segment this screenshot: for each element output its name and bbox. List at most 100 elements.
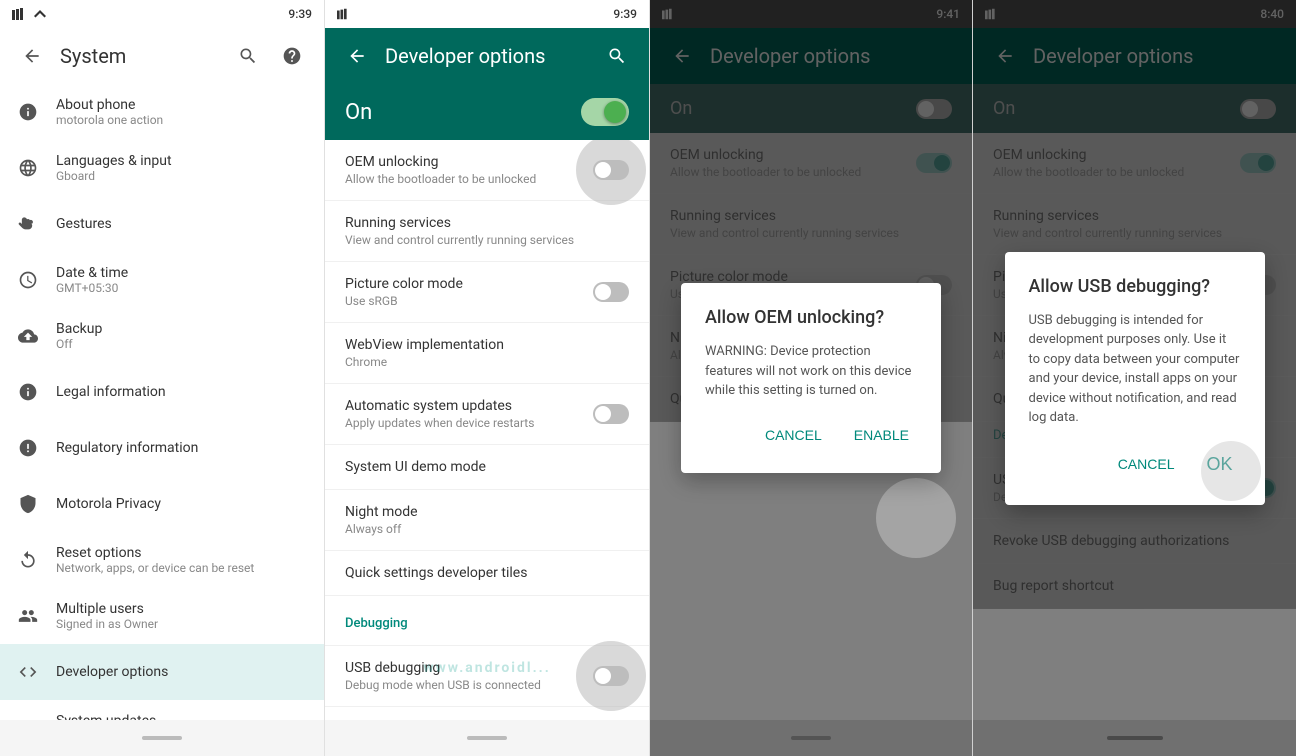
webview-title: WebView implementation	[345, 337, 629, 353]
clock-icon	[16, 268, 40, 292]
system-ui-title: System UI demo mode	[345, 459, 629, 475]
night-mode-title: Night mode	[345, 504, 629, 520]
sidebar-list: About phone motorola one action Language…	[0, 84, 324, 720]
sidebar-item-datetime[interactable]: Date & time GMT+05:30	[0, 252, 324, 308]
usb-debugging-title: USB debugging	[345, 660, 593, 676]
status-time-left: 9:39	[288, 7, 312, 21]
search-button-left[interactable]	[232, 40, 264, 72]
on-label: On	[345, 100, 372, 125]
developer-toggle[interactable]	[581, 98, 629, 126]
oem-dialog-actions: Cancel Enable	[705, 421, 917, 449]
usb-ok-button[interactable]: OK	[1198, 448, 1240, 481]
picture-color-item[interactable]: Picture color mode Use sRGB	[325, 262, 649, 323]
running-services-sub: View and control currently running servi…	[345, 233, 629, 247]
running-services-item[interactable]: Running services View and control curren…	[325, 201, 649, 262]
sidebar-label-gestures: Gestures	[56, 216, 112, 232]
developer-header-middle: Developer options	[325, 28, 649, 84]
sidebar-item-about[interactable]: About phone motorola one action	[0, 84, 324, 140]
sidebar-sub-languages: Gboard	[56, 169, 172, 183]
oem-dialog-overlay: Allow OEM unlocking? WARNING: Device pro…	[650, 0, 972, 756]
regulatory-icon	[16, 436, 40, 460]
info-icon	[16, 100, 40, 124]
system-settings-panel: 9:39 System About phone motorola one act…	[0, 0, 325, 756]
usb-debug-dialog: Allow USB debugging? USB debugging is in…	[1005, 252, 1265, 505]
users-icon	[16, 604, 40, 628]
running-services-title: Running services	[345, 215, 629, 231]
auto-updates-toggle[interactable]	[593, 404, 629, 424]
oem-unlocking-item[interactable]: OEM unlocking Allow the bootloader to be…	[325, 140, 649, 201]
sidebar-label-backup: Backup	[56, 321, 102, 337]
oem-unlock-dialog: Allow OEM unlocking? WARNING: Device pro…	[681, 283, 941, 473]
debugging-label: Debugging	[345, 616, 408, 631]
status-icons-left	[12, 8, 48, 20]
sidebar-item-languages[interactable]: Languages & input Gboard	[0, 140, 324, 196]
webview-sub: Chrome	[345, 355, 629, 369]
sidebar-sub-datetime: GMT+05:30	[56, 281, 128, 295]
language-icon	[16, 156, 40, 180]
sidebar-label-regulatory: Regulatory information	[56, 440, 198, 456]
back-button-middle[interactable]	[341, 40, 373, 72]
sidebar-item-system-updates[interactable]: System updates Updated to Android 9	[0, 700, 324, 720]
privacy-icon	[16, 492, 40, 516]
gesture-icon	[16, 212, 40, 236]
oem-cancel-button[interactable]: Cancel	[757, 421, 830, 449]
usb-debugging-sub: Debug mode when USB is connected	[345, 678, 593, 692]
sidebar-item-reset[interactable]: Reset options Network, apps, or device c…	[0, 532, 324, 588]
picture-color-toggle[interactable]	[593, 282, 629, 302]
page-title-middle: Developer options	[385, 44, 589, 68]
quick-settings-item[interactable]: Quick settings developer tiles	[325, 551, 649, 596]
night-mode-sub: Always off	[345, 522, 629, 536]
sidebar-item-developer[interactable]: Developer options	[0, 644, 324, 700]
sidebar-item-privacy[interactable]: Motorola Privacy	[0, 476, 324, 532]
usb-debugging-item[interactable]: USB debugging Debug mode when USB is con…	[325, 646, 649, 707]
auto-updates-title: Automatic system updates	[345, 398, 593, 414]
sidebar-label-datetime: Date & time	[56, 265, 128, 281]
system-ui-item[interactable]: System UI demo mode	[325, 445, 649, 490]
sidebar-label-developer: Developer options	[56, 664, 168, 680]
usb-dialog-actions: Cancel OK	[1029, 448, 1241, 481]
developer-icon	[16, 660, 40, 684]
oem-enable-button[interactable]: Enable	[846, 421, 917, 449]
night-mode-item[interactable]: Night mode Always off	[325, 490, 649, 551]
sidebar-label-languages: Languages & input	[56, 153, 172, 169]
oem-unlocking-toggle[interactable]	[593, 160, 629, 180]
search-button-middle[interactable]	[601, 40, 633, 72]
sidebar-item-gestures[interactable]: Gestures	[0, 196, 324, 252]
picture-color-title: Picture color mode	[345, 276, 593, 292]
status-bar-middle: 9:39	[325, 0, 649, 28]
usb-debugging-toggle[interactable]	[593, 666, 629, 686]
sidebar-item-legal[interactable]: Legal information	[0, 364, 324, 420]
oem-dialog-title: Allow OEM unlocking?	[705, 307, 917, 328]
page-title-left: System	[60, 44, 220, 68]
legal-icon	[16, 380, 40, 404]
usb-dialog-body: USB debugging is intended for developmen…	[1029, 311, 1241, 428]
oem-dialog-panel: 9:41 Developer options On OEM unlockingA…	[650, 0, 973, 756]
sidebar-label-about: About phone	[56, 97, 163, 113]
on-off-row: On	[325, 84, 649, 140]
developer-options-panel: 9:39 Developer options On OEM unlocking …	[325, 0, 650, 756]
picture-color-sub: Use sRGB	[345, 294, 593, 308]
usb-dialog-title: Allow USB debugging?	[1029, 276, 1241, 297]
webview-item[interactable]: WebView implementation Chrome	[325, 323, 649, 384]
sidebar-item-regulatory[interactable]: Regulatory information	[0, 420, 324, 476]
backup-icon	[16, 324, 40, 348]
usb-dialog-overlay: Allow USB debugging? USB debugging is in…	[973, 0, 1296, 756]
sidebar-label-system-updates: System updates	[56, 713, 169, 720]
sidebar-sub-users: Signed in as Owner	[56, 617, 158, 631]
reset-icon	[16, 548, 40, 572]
sidebar-label-legal: Legal information	[56, 384, 166, 400]
sidebar-item-users[interactable]: Multiple users Signed in as Owner	[0, 588, 324, 644]
oem-unlocking-title: OEM unlocking	[345, 154, 593, 170]
sidebar-item-backup[interactable]: Backup Off	[0, 308, 324, 364]
oem-dialog-body: WARNING: Device protection features will…	[705, 342, 917, 401]
debugging-header: Debugging	[325, 596, 649, 646]
sidebar-sub-about: motorola one action	[56, 113, 163, 127]
usb-cancel-button[interactable]: Cancel	[1110, 448, 1183, 481]
auto-updates-sub: Apply updates when device restarts	[345, 416, 593, 430]
auto-updates-item[interactable]: Automatic system updates Apply updates w…	[325, 384, 649, 445]
status-bar-left: 9:39	[0, 0, 324, 28]
help-button-left[interactable]	[276, 40, 308, 72]
developer-settings-list: OEM unlocking Allow the bootloader to be…	[325, 140, 649, 720]
back-button-left[interactable]	[16, 40, 48, 72]
sidebar-label-reset: Reset options	[56, 545, 254, 561]
